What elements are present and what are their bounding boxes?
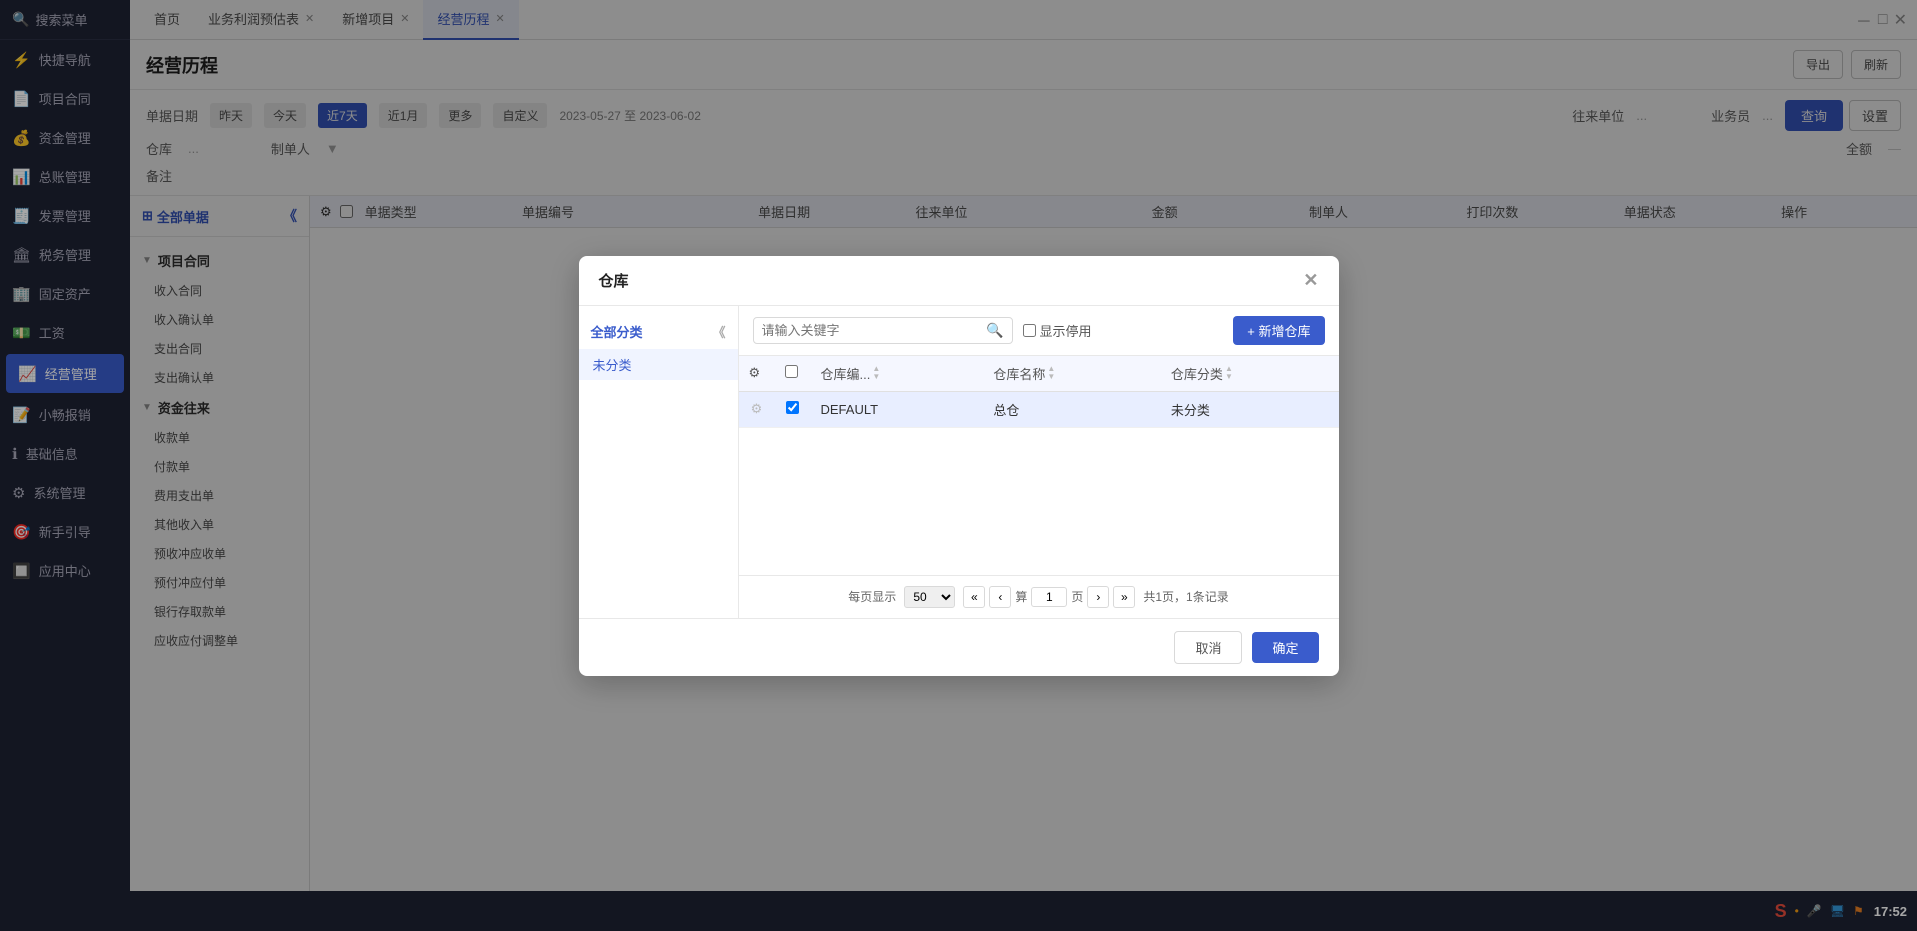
modal-warehouse: 仓库 ✕ 全部分类 《 未分类 (579, 256, 1339, 676)
modal-left-panel: 全部分类 《 未分类 (579, 306, 739, 618)
modal-search-input[interactable] (762, 323, 983, 338)
modal-last-btn[interactable]: » (1113, 586, 1135, 608)
modal-first-btn[interactable]: « (963, 586, 985, 608)
row-category: 未分类 (1161, 391, 1339, 427)
cancel-button[interactable]: 取消 (1174, 631, 1242, 664)
collapse-categories-icon[interactable]: 《 (712, 322, 725, 341)
row-code: DEFAULT (811, 391, 984, 427)
modal-body: 全部分类 《 未分类 🔍 (579, 306, 1339, 618)
modal-right-panel: 🔍 显示停用 + 新增仓库 ⚙ (739, 306, 1339, 618)
modal-pagination: 每页显示 50 100 « ‹ 算 页 › » 共1页，1条记录 (739, 575, 1339, 618)
settings-col-icon[interactable]: ⚙ (749, 365, 761, 380)
confirm-button[interactable]: 确定 (1252, 632, 1318, 663)
modal-next-btn[interactable]: › (1087, 586, 1109, 608)
modal-page-input[interactable] (1031, 587, 1067, 607)
modal-categories-list: 未分类 (579, 349, 738, 380)
row-name: 总仓 (983, 391, 1161, 427)
modal-title: 仓库 (599, 270, 629, 291)
th-code: 仓库编... ▲▼ (811, 356, 984, 392)
modal-overlay: 仓库 ✕ 全部分类 《 未分类 (0, 0, 1917, 931)
table-row[interactable]: ⚙ DEFAULT 总仓 未分类 (739, 391, 1339, 427)
modal-per-page-select[interactable]: 50 100 (904, 586, 955, 608)
row-select-checkbox[interactable] (786, 401, 799, 414)
search-icon: 🔍 (986, 322, 1003, 339)
row-checkbox (775, 391, 811, 427)
th-checkbox (775, 356, 811, 392)
modal-header: 仓库 ✕ (579, 256, 1339, 306)
all-categories-label: 全部分类 (591, 322, 643, 341)
modal-page-unit: 页 (1071, 588, 1083, 605)
modal-page-word: 算 (1015, 588, 1027, 605)
modal-per-page-label: 每页显示 (848, 588, 896, 605)
disabled-checkbox-input[interactable] (1023, 324, 1036, 337)
modal-total-label: 共1页，1条记录 (1143, 588, 1228, 605)
modal-close-button[interactable]: ✕ (1303, 270, 1318, 291)
modal-actions: 取消 确定 (579, 618, 1339, 676)
row-settings-icon: ⚙ (739, 391, 775, 427)
show-disabled-checkbox[interactable]: 显示停用 (1023, 321, 1092, 340)
modal-toolbar: 🔍 显示停用 + 新增仓库 (739, 306, 1339, 356)
add-warehouse-button[interactable]: + 新增仓库 (1233, 316, 1324, 345)
th-settings: ⚙ (739, 356, 775, 392)
modal-search-box[interactable]: 🔍 (753, 317, 1013, 344)
modal-category-uncategorized[interactable]: 未分类 (579, 349, 738, 380)
modal-table: ⚙ 仓库编... ▲▼ (739, 356, 1339, 575)
modal-prev-btn[interactable]: ‹ (989, 586, 1011, 608)
modal-page-nav: « ‹ 算 页 › » (963, 586, 1135, 608)
th-name: 仓库名称 ▲▼ (983, 356, 1161, 392)
table-select-all[interactable] (785, 365, 798, 378)
modal-left-header: 全部分类 《 (579, 318, 738, 349)
th-category: 仓库分类 ▲▼ (1161, 356, 1339, 392)
